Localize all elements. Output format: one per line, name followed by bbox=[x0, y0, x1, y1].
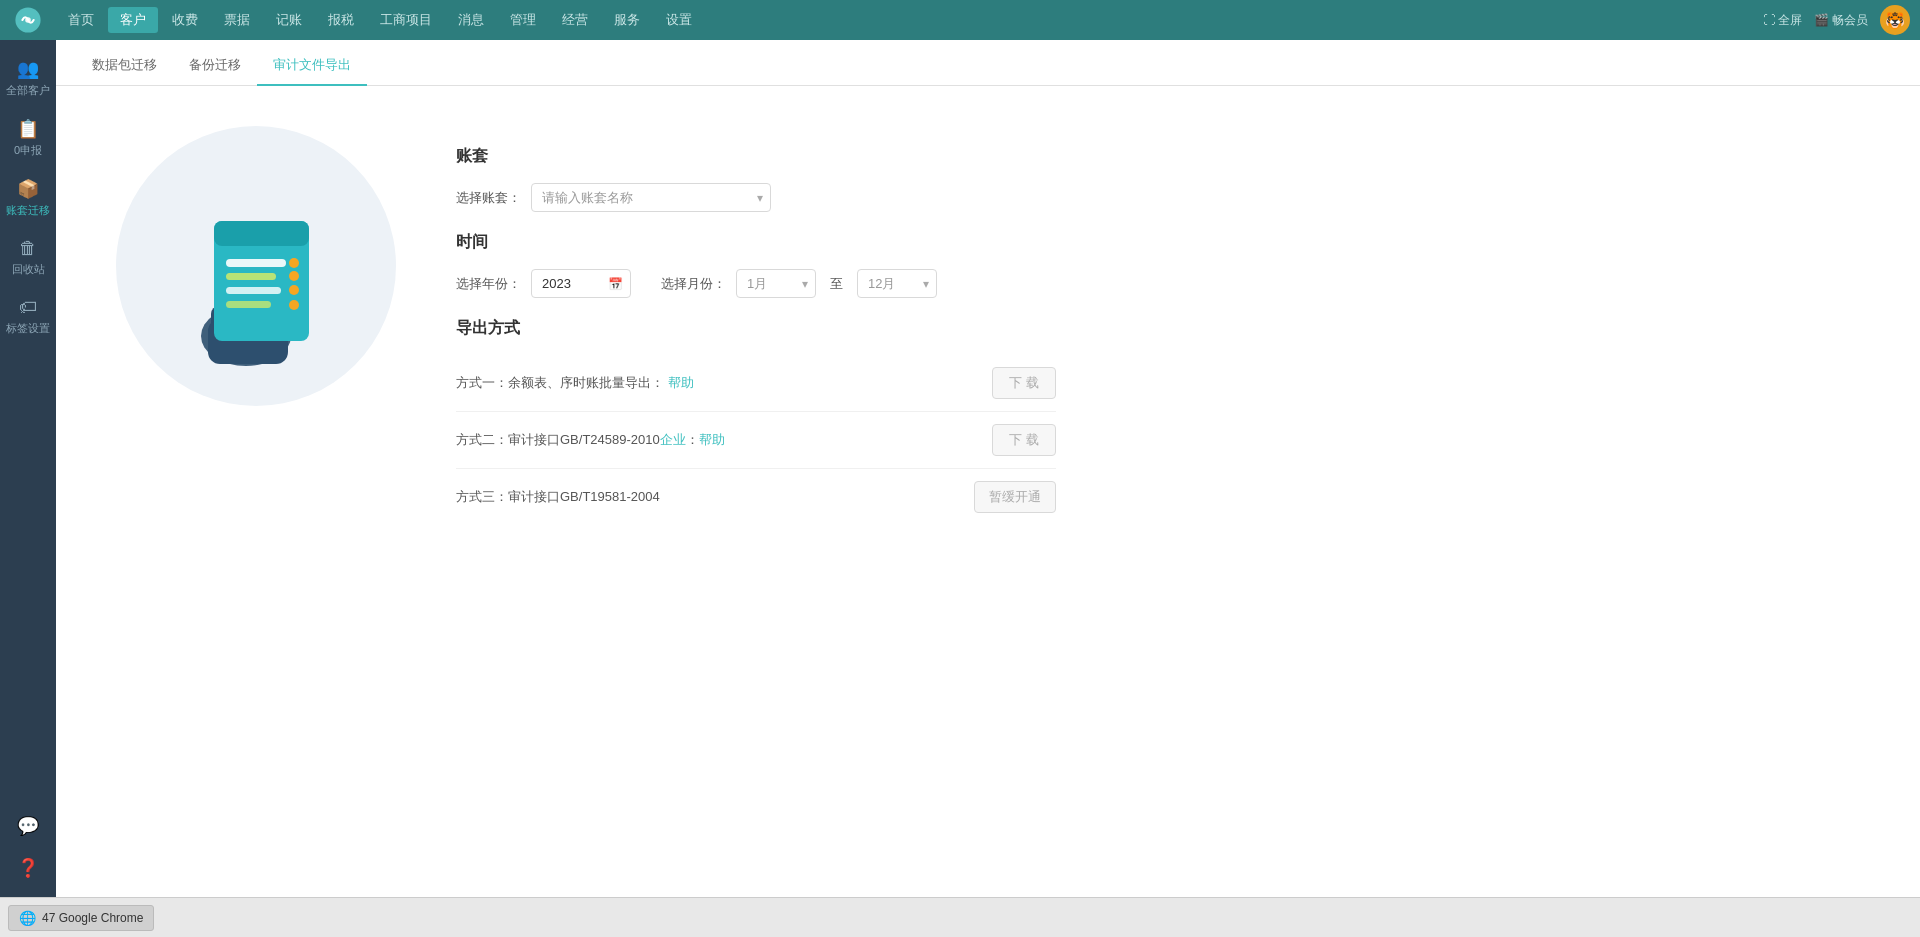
nav-item-operation[interactable]: 经营 bbox=[550, 7, 600, 33]
main-layout: 👥 全部客户 📋 0申报 📦 账套迁移 🗑 回收站 🏷 标签设置 💬 ❓ bbox=[0, 40, 1920, 897]
year-input[interactable] bbox=[531, 269, 631, 298]
illustration-circle bbox=[116, 126, 396, 406]
nav-item-service[interactable]: 服务 bbox=[602, 7, 652, 33]
sidebar-help[interactable]: ❓ bbox=[2, 849, 54, 887]
all-customers-icon: 👥 bbox=[17, 58, 39, 80]
month-label: 选择月份： bbox=[661, 275, 726, 293]
content-area: 数据包迁移 备份迁移 审计文件导出 bbox=[56, 40, 1920, 897]
nav-items: 首页 客户 收费 票据 记账 报税 工商项目 消息 管理 经营 服务 设置 bbox=[56, 7, 1763, 33]
taskbar: 🌐 47 Google Chrome bbox=[0, 897, 1920, 937]
svg-point-15 bbox=[289, 271, 299, 281]
export-method-1: 方式一：余额表、序时账批量导出： 帮助 下 载 bbox=[456, 355, 1056, 412]
month-start-wrapper: 1月2月3月4月 5月6月7月8月 9月10月11月12月 bbox=[736, 269, 816, 298]
tab-audit-export[interactable]: 审计文件导出 bbox=[257, 46, 367, 86]
sidebar-bottom: 💬 ❓ bbox=[2, 807, 54, 897]
month-start-select[interactable]: 1月2月3月4月 5月6月7月8月 9月10月11月12月 bbox=[736, 269, 816, 298]
avatar[interactable]: 🐯 bbox=[1880, 5, 1910, 35]
nav-item-tax[interactable]: 报税 bbox=[316, 7, 366, 33]
time-section-title: 时间 bbox=[456, 232, 1056, 253]
page-content: 账套 选择账套： 请输入账套名称 时间 选择年份： 📅 bbox=[56, 86, 1920, 897]
app-logo bbox=[10, 2, 46, 38]
nav-item-manage[interactable]: 管理 bbox=[498, 7, 548, 33]
method-2-help-link[interactable]: 帮助 bbox=[699, 432, 725, 447]
svg-rect-10 bbox=[226, 259, 286, 267]
nav-item-billing[interactable]: 收费 bbox=[160, 7, 210, 33]
svg-rect-12 bbox=[226, 287, 281, 294]
top-nav: 首页 客户 收费 票据 记账 报税 工商项目 消息 管理 经营 服务 设置 ⛶ … bbox=[0, 0, 1920, 40]
tab-backup-migration[interactable]: 备份迁移 bbox=[173, 46, 257, 86]
taskbar-chrome-label: 47 Google Chrome bbox=[42, 911, 143, 925]
nav-item-home[interactable]: 首页 bbox=[56, 7, 106, 33]
taskbar-chrome-item[interactable]: 🌐 47 Google Chrome bbox=[8, 905, 154, 931]
method-3-label: 方式三：审计接口GB/T19581-2004 bbox=[456, 488, 660, 506]
left-sidebar: 👥 全部客户 📋 0申报 📦 账套迁移 🗑 回收站 🏷 标签设置 💬 ❓ bbox=[0, 40, 56, 897]
form-area: 账套 选择账套： 请输入账套名称 时间 选择年份： 📅 bbox=[456, 126, 1056, 525]
sidebar-item-label: 回收站 bbox=[12, 262, 45, 277]
method-1-label: 方式一：余额表、序时账批量导出： 帮助 bbox=[456, 374, 694, 392]
nav-item-accounting[interactable]: 记账 bbox=[264, 7, 314, 33]
month-end-select[interactable]: 1月2月3月4月 5月6月7月8月 9月10月11月12月 bbox=[857, 269, 937, 298]
svg-rect-9 bbox=[214, 221, 309, 246]
sidebar-item-account-migrate[interactable]: 📦 账套迁移 bbox=[2, 170, 54, 226]
right-actions: ⛶ 全屏 🎬 畅会员 🐯 bbox=[1763, 5, 1910, 35]
nav-item-industry[interactable]: 工商项目 bbox=[368, 7, 444, 33]
illustration-area bbox=[116, 126, 396, 406]
chrome-icon: 🌐 bbox=[19, 910, 36, 926]
time-select-row: 选择年份： 📅 选择月份： 1月2月3月4月 5月6月7月8月 9月10月11月… bbox=[456, 269, 1056, 298]
svg-rect-11 bbox=[226, 273, 276, 280]
sidebar-item-zero-declare[interactable]: 📋 0申报 bbox=[2, 110, 54, 166]
membership-button[interactable]: 🎬 畅会员 bbox=[1814, 12, 1868, 29]
nav-item-message[interactable]: 消息 bbox=[446, 7, 496, 33]
account-select[interactable]: 请输入账套名称 bbox=[531, 183, 771, 212]
sidebar-item-label: 全部客户 bbox=[6, 83, 50, 98]
method-1-help-link[interactable]: 帮助 bbox=[668, 375, 694, 390]
method-2-label: 方式二：审计接口GB/T24589-2010企业：帮助 bbox=[456, 431, 725, 449]
method-2-download-button[interactable]: 下 载 bbox=[992, 424, 1056, 456]
nav-item-customer[interactable]: 客户 bbox=[108, 7, 158, 33]
tab-bar: 数据包迁移 备份迁移 审计文件导出 bbox=[56, 40, 1920, 86]
sidebar-item-label: 账套迁移 bbox=[6, 203, 50, 218]
sidebar-item-all-customers[interactable]: 👥 全部客户 bbox=[2, 50, 54, 106]
account-section-title: 账套 bbox=[456, 146, 1056, 167]
export-section-title: 导出方式 bbox=[456, 318, 1056, 339]
trash-icon: 🗑 bbox=[19, 238, 37, 259]
tab-data-migration[interactable]: 数据包迁移 bbox=[76, 46, 173, 86]
zero-declare-icon: 📋 bbox=[17, 118, 39, 140]
svg-point-16 bbox=[289, 285, 299, 295]
export-method-2: 方式二：审计接口GB/T24589-2010企业：帮助 下 载 bbox=[456, 412, 1056, 469]
svg-point-1 bbox=[25, 17, 31, 23]
svg-point-14 bbox=[289, 258, 299, 268]
help-icon: ❓ bbox=[17, 857, 39, 879]
membership-label: 畅会员 bbox=[1832, 12, 1868, 29]
fullscreen-icon: ⛶ bbox=[1763, 13, 1775, 27]
method-3-coming-soon-button[interactable]: 暂缓开通 bbox=[974, 481, 1056, 513]
nav-item-settings[interactable]: 设置 bbox=[654, 7, 704, 33]
sidebar-item-label: 标签设置 bbox=[6, 321, 50, 336]
to-label: 至 bbox=[826, 275, 847, 293]
method-1-download-button[interactable]: 下 载 bbox=[992, 367, 1056, 399]
chat-icon: 💬 bbox=[17, 815, 39, 837]
svg-rect-13 bbox=[226, 301, 271, 308]
month-end-wrapper: 1月2月3月4月 5月6月7月8月 9月10月11月12月 bbox=[857, 269, 937, 298]
export-method-3: 方式三：审计接口GB/T19581-2004 暂缓开通 bbox=[456, 469, 1056, 525]
sidebar-item-trash[interactable]: 🗑 回收站 bbox=[2, 230, 54, 285]
fullscreen-label: 全屏 bbox=[1778, 12, 1802, 29]
account-select-label: 选择账套： bbox=[456, 189, 521, 207]
account-migrate-icon: 📦 bbox=[17, 178, 39, 200]
tag-settings-icon: 🏷 bbox=[19, 297, 37, 318]
svg-point-17 bbox=[289, 300, 299, 310]
sidebar-chat[interactable]: 💬 bbox=[2, 807, 54, 845]
year-input-wrapper: 📅 bbox=[531, 269, 631, 298]
account-select-wrapper: 请输入账套名称 bbox=[531, 183, 771, 212]
year-label: 选择年份： bbox=[456, 275, 521, 293]
nav-item-invoice[interactable]: 票据 bbox=[212, 7, 262, 33]
fullscreen-button[interactable]: ⛶ 全屏 bbox=[1763, 12, 1802, 29]
membership-icon: 🎬 bbox=[1814, 13, 1829, 27]
sidebar-item-label: 0申报 bbox=[14, 143, 42, 158]
sidebar-item-tag-settings[interactable]: 🏷 标签设置 bbox=[2, 289, 54, 344]
account-select-row: 选择账套： 请输入账套名称 bbox=[456, 183, 1056, 212]
